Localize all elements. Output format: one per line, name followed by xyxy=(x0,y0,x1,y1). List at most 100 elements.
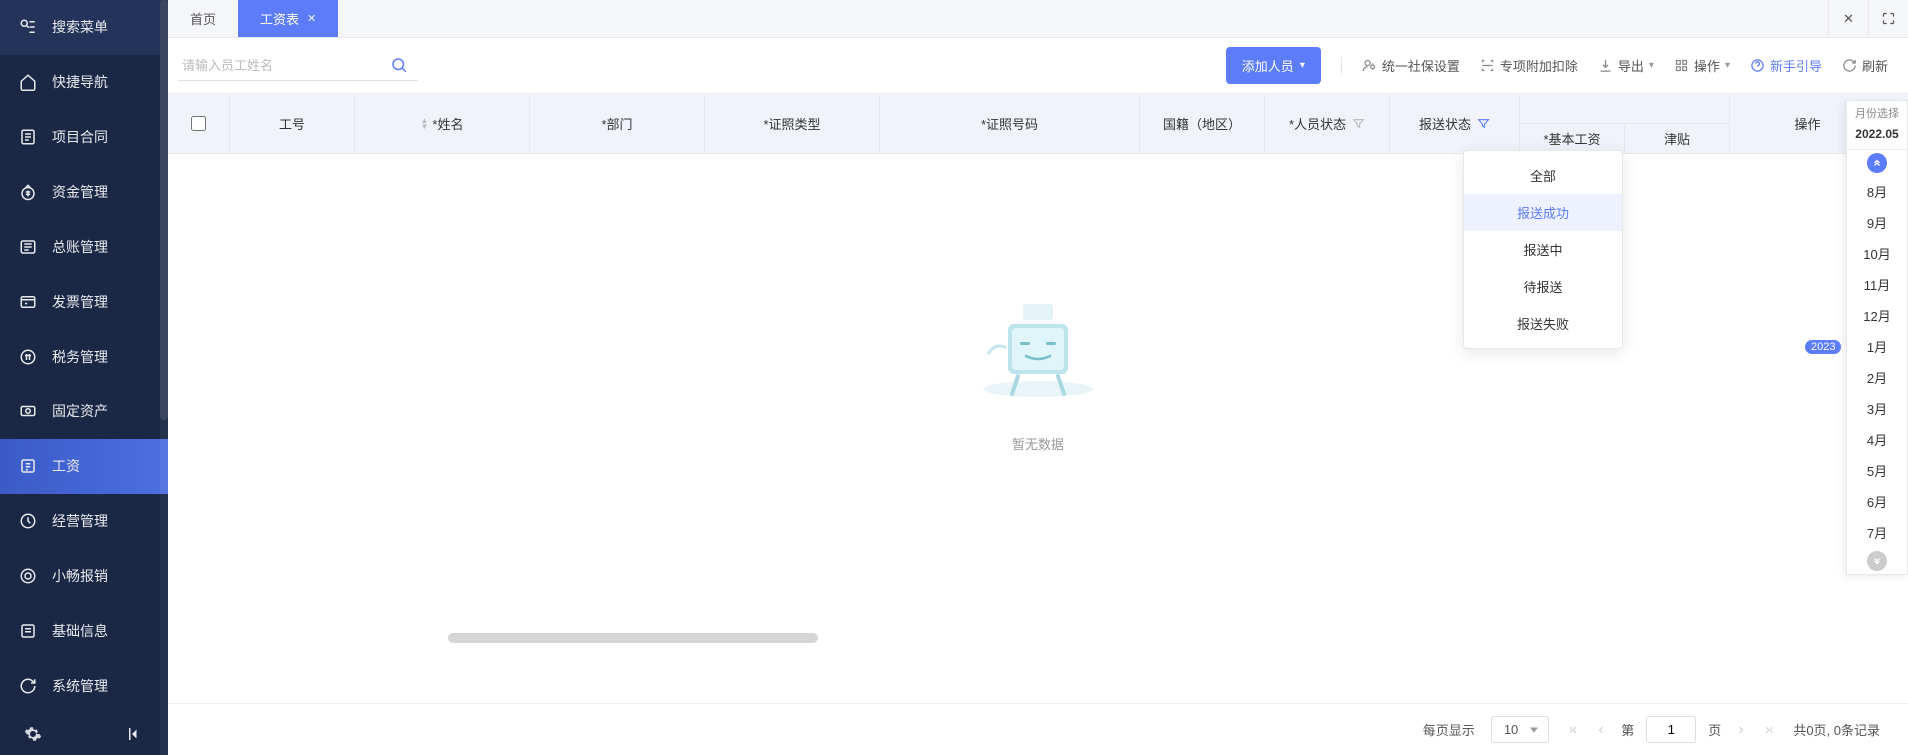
per-page-label: 每页显示 xyxy=(1423,720,1475,739)
sidebar-item-contract[interactable]: 项目合同 xyxy=(0,110,168,165)
month-scroll-up-button[interactable] xyxy=(1847,150,1907,176)
sidebar-item-label: 项目合同 xyxy=(52,127,108,147)
month-item[interactable]: 8月 xyxy=(1847,176,1907,207)
tax-icon xyxy=(18,347,38,367)
tab-close-all-button[interactable]: ✕ xyxy=(1828,0,1868,38)
month-item[interactable]: 4月 xyxy=(1847,424,1907,455)
select-all-checkbox[interactable] xyxy=(191,116,206,131)
refresh-icon xyxy=(1842,58,1857,73)
sidebar-item-baseinfo[interactable]: 基础信息 xyxy=(0,603,168,658)
prev-page-button[interactable] xyxy=(1593,722,1609,738)
sidebar-item-fund[interactable]: 资金管理 xyxy=(0,165,168,220)
th-cert-type: *证照类型 xyxy=(705,94,880,153)
month-item[interactable]: 7月 xyxy=(1847,517,1907,548)
th-person-status[interactable]: *人员状态 xyxy=(1265,94,1390,153)
year-badge: 2023 xyxy=(1805,340,1841,354)
special-deduction-link[interactable]: 专项附加扣除 xyxy=(1480,56,1578,75)
sidebar-item-system[interactable]: 系统管理 xyxy=(0,658,168,713)
filter-option[interactable]: 报送成功 xyxy=(1464,194,1622,231)
filter-option[interactable]: 报送中 xyxy=(1464,231,1622,268)
data-table: 工号 ▲▼ *姓名 *部门 *证照类型 *证照号码 国籍（地区） *人员状态 报… xyxy=(168,94,1908,703)
th-name[interactable]: ▲▼ *姓名 xyxy=(355,94,530,153)
filter-option[interactable]: 全部 xyxy=(1464,157,1622,194)
page-nav: 第 页 xyxy=(1565,716,1777,743)
add-person-button[interactable]: 添加人员 ▾ xyxy=(1226,47,1321,84)
sidebar-item-tax[interactable]: 税务管理 xyxy=(0,329,168,384)
th-submit-status[interactable]: 报送状态 xyxy=(1390,94,1520,153)
search-icon xyxy=(390,56,408,74)
settings-button[interactable] xyxy=(0,713,84,755)
sidebar-item-invoice[interactable]: 发票管理 xyxy=(0,274,168,329)
salary-icon xyxy=(18,456,38,476)
sidebar-item-label: 经营管理 xyxy=(52,511,108,531)
month-item[interactable]: 12月 xyxy=(1847,300,1907,331)
search-button[interactable] xyxy=(384,56,414,74)
sidebar-item-asset[interactable]: 固定资产 xyxy=(0,384,168,439)
th-id[interactable]: 工号 xyxy=(230,94,355,153)
page-summary: 共0页, 0条记录 xyxy=(1793,720,1880,739)
link-label: 统一社保设置 xyxy=(1382,56,1460,75)
sidebar-item-label: 搜索菜单 xyxy=(52,17,108,37)
tab-home[interactable]: 首页 xyxy=(168,0,238,37)
collapse-button[interactable] xyxy=(84,713,168,755)
sort-icon[interactable]: ▲▼ xyxy=(421,118,429,130)
last-page-button[interactable] xyxy=(1761,722,1777,738)
sidebar-item-label: 税务管理 xyxy=(52,347,108,367)
month-item[interactable]: 11月 xyxy=(1847,269,1907,300)
fullscreen-button[interactable] xyxy=(1868,0,1908,38)
operate-link[interactable]: 操作 ▾ xyxy=(1674,56,1730,75)
month-item[interactable]: 10月 xyxy=(1847,238,1907,269)
page-size-select[interactable]: 10 xyxy=(1491,716,1549,743)
refresh-link[interactable]: 刷新 xyxy=(1842,56,1888,75)
page-number-input[interactable] xyxy=(1646,716,1696,743)
social-settings-link[interactable]: 统一社保设置 xyxy=(1362,56,1460,75)
guide-link[interactable]: 新手引导 xyxy=(1750,56,1822,75)
month-item[interactable]: 9月 xyxy=(1847,207,1907,238)
sidebar-item-label: 资金管理 xyxy=(52,182,108,202)
filter-icon[interactable] xyxy=(1352,117,1365,130)
sidebar-item-label: 系统管理 xyxy=(52,676,108,696)
sidebar-item-salary[interactable]: 工资 xyxy=(0,439,168,494)
month-item[interactable]: 2月 xyxy=(1847,362,1907,393)
filter-option[interactable]: 待报送 xyxy=(1464,268,1622,305)
reimburse-icon xyxy=(18,566,38,586)
tab-salary-sheet[interactable]: 工资表 ✕ xyxy=(238,0,338,37)
filter-icon[interactable] xyxy=(1477,117,1490,130)
first-page-button[interactable] xyxy=(1565,722,1581,738)
sidebar-item-quick-nav[interactable]: 快捷导航 xyxy=(0,55,168,110)
th-dept: *部门 xyxy=(530,94,705,153)
settings-loop-icon xyxy=(18,676,38,696)
sidebar-scrollbar[interactable] xyxy=(160,0,168,755)
month-scroll-down-button[interactable] xyxy=(1847,548,1907,574)
link-label: 专项附加扣除 xyxy=(1500,56,1578,75)
link-label: 操作 xyxy=(1694,56,1720,75)
sidebar-item-reimburse[interactable]: 小畅报销 xyxy=(0,549,168,604)
month-item[interactable]: 5月 xyxy=(1847,455,1907,486)
chevron-down-icon: ▾ xyxy=(1649,60,1654,71)
month-item[interactable]: 2023 1月 xyxy=(1847,331,1907,362)
sidebar-item-label: 总账管理 xyxy=(52,237,108,257)
submit-status-filter-dropdown: 全部 报送成功 报送中 待报送 报送失败 xyxy=(1463,150,1623,349)
search-input[interactable] xyxy=(182,58,384,73)
link-label: 导出 xyxy=(1618,56,1644,75)
sidebar-item-biz[interactable]: 经营管理 xyxy=(0,494,168,549)
month-item[interactable]: 3月 xyxy=(1847,393,1907,424)
main-content: 首页 工资表 ✕ ✕ 添加人员 ▾ xyxy=(168,0,1908,755)
button-label: 添加人员 xyxy=(1242,56,1294,75)
link-label: 新手引导 xyxy=(1770,56,1822,75)
sidebar-item-search-menu[interactable]: 搜索菜单 xyxy=(0,0,168,55)
filter-option[interactable]: 报送失败 xyxy=(1464,305,1622,342)
export-link[interactable]: 导出 ▾ xyxy=(1598,56,1654,75)
help-icon xyxy=(1750,58,1765,73)
month-item[interactable]: 6月 xyxy=(1847,486,1907,517)
close-icon[interactable]: ✕ xyxy=(307,12,316,25)
toolbar: 添加人员 ▾ 统一社保设置 专项附加扣除 导出 ▾ 操作 ▾ xyxy=(168,38,1908,94)
next-page-button[interactable] xyxy=(1733,722,1749,738)
horizontal-scrollbar[interactable] xyxy=(448,633,1088,643)
sidebar-item-ledger[interactable]: 总账管理 xyxy=(0,219,168,274)
th-checkbox xyxy=(168,94,230,153)
sidebar-item-label: 工资 xyxy=(52,456,80,476)
sidebar: 搜索菜单 快捷导航 项目合同 资金管理 总账管理 发票管理 税务管理 固定资产 xyxy=(0,0,168,755)
page-prefix: 第 xyxy=(1621,720,1634,739)
empty-image xyxy=(968,284,1108,404)
